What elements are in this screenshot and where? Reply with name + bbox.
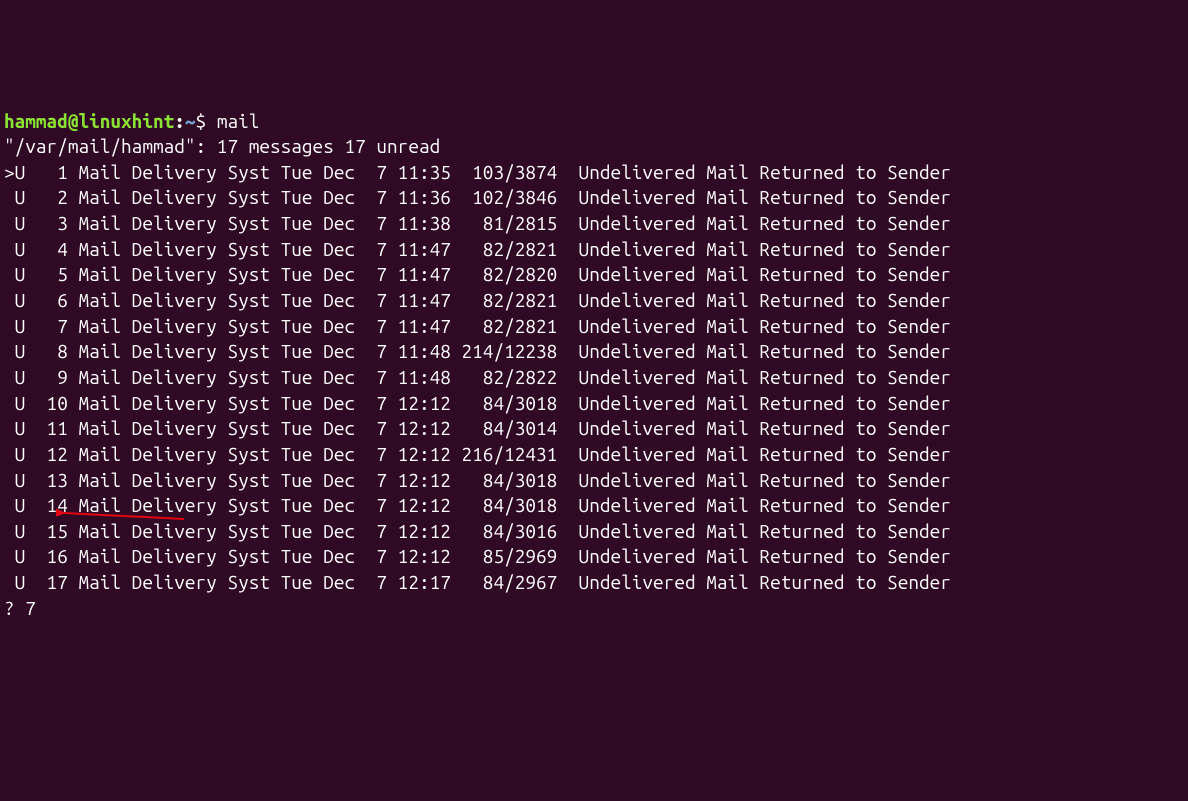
message-row[interactable]: U 10 Mail Delivery Syst Tue Dec 7 12:12 … [4,392,951,414]
message-list: >U 1 Mail Delivery Syst Tue Dec 7 11:35 … [4,160,1184,596]
message-row[interactable]: U 16 Mail Delivery Syst Tue Dec 7 12:12 … [4,545,951,567]
message-row[interactable]: U 13 Mail Delivery Syst Tue Dec 7 12:12 … [4,469,951,491]
message-row[interactable]: U 4 Mail Delivery Syst Tue Dec 7 11:47 8… [4,238,951,260]
message-row[interactable]: U 14 Mail Delivery Syst Tue Dec 7 12:12 … [4,494,951,516]
prompt-user: hammad [4,110,68,132]
prompt-dollar: $ [196,110,207,132]
message-row[interactable]: U 8 Mail Delivery Syst Tue Dec 7 11:48 2… [4,340,951,362]
message-row[interactable]: U 6 Mail Delivery Syst Tue Dec 7 11:47 8… [4,289,951,311]
mail-prompt-input[interactable]: 7 [25,597,36,619]
message-row[interactable]: U 9 Mail Delivery Syst Tue Dec 7 11:48 8… [4,366,951,388]
message-row[interactable]: U 3 Mail Delivery Syst Tue Dec 7 11:38 8… [4,212,951,234]
prompt-at: @ [68,110,79,132]
prompt-host: linuxhint [78,110,174,132]
command-text: mail [217,110,260,132]
mail-prompt-symbol: ? [4,597,15,619]
mail-prompt-line[interactable]: ? 7 [4,597,36,619]
message-row[interactable]: >U 1 Mail Delivery Syst Tue Dec 7 11:35 … [4,161,951,183]
prompt-path: ~ [185,110,196,132]
message-row[interactable]: U 12 Mail Delivery Syst Tue Dec 7 12:12 … [4,443,951,465]
message-row[interactable]: U 2 Mail Delivery Syst Tue Dec 7 11:36 1… [4,186,951,208]
mailbox-summary: "/var/mail/hammad": 17 messages 17 unrea… [4,135,440,157]
prompt-line: hammad@linuxhint:~$ mail [4,110,259,132]
message-row[interactable]: U 7 Mail Delivery Syst Tue Dec 7 11:47 8… [4,315,951,337]
prompt-colon: : [174,110,185,132]
message-row[interactable]: U 11 Mail Delivery Syst Tue Dec 7 12:12 … [4,417,951,439]
terminal-output: hammad@linuxhint:~$ mail "/var/mail/hamm… [4,109,1184,622]
message-row[interactable]: U 17 Mail Delivery Syst Tue Dec 7 12:17 … [4,571,951,593]
message-row[interactable]: U 5 Mail Delivery Syst Tue Dec 7 11:47 8… [4,263,951,285]
message-row[interactable]: U 15 Mail Delivery Syst Tue Dec 7 12:12 … [4,520,951,542]
